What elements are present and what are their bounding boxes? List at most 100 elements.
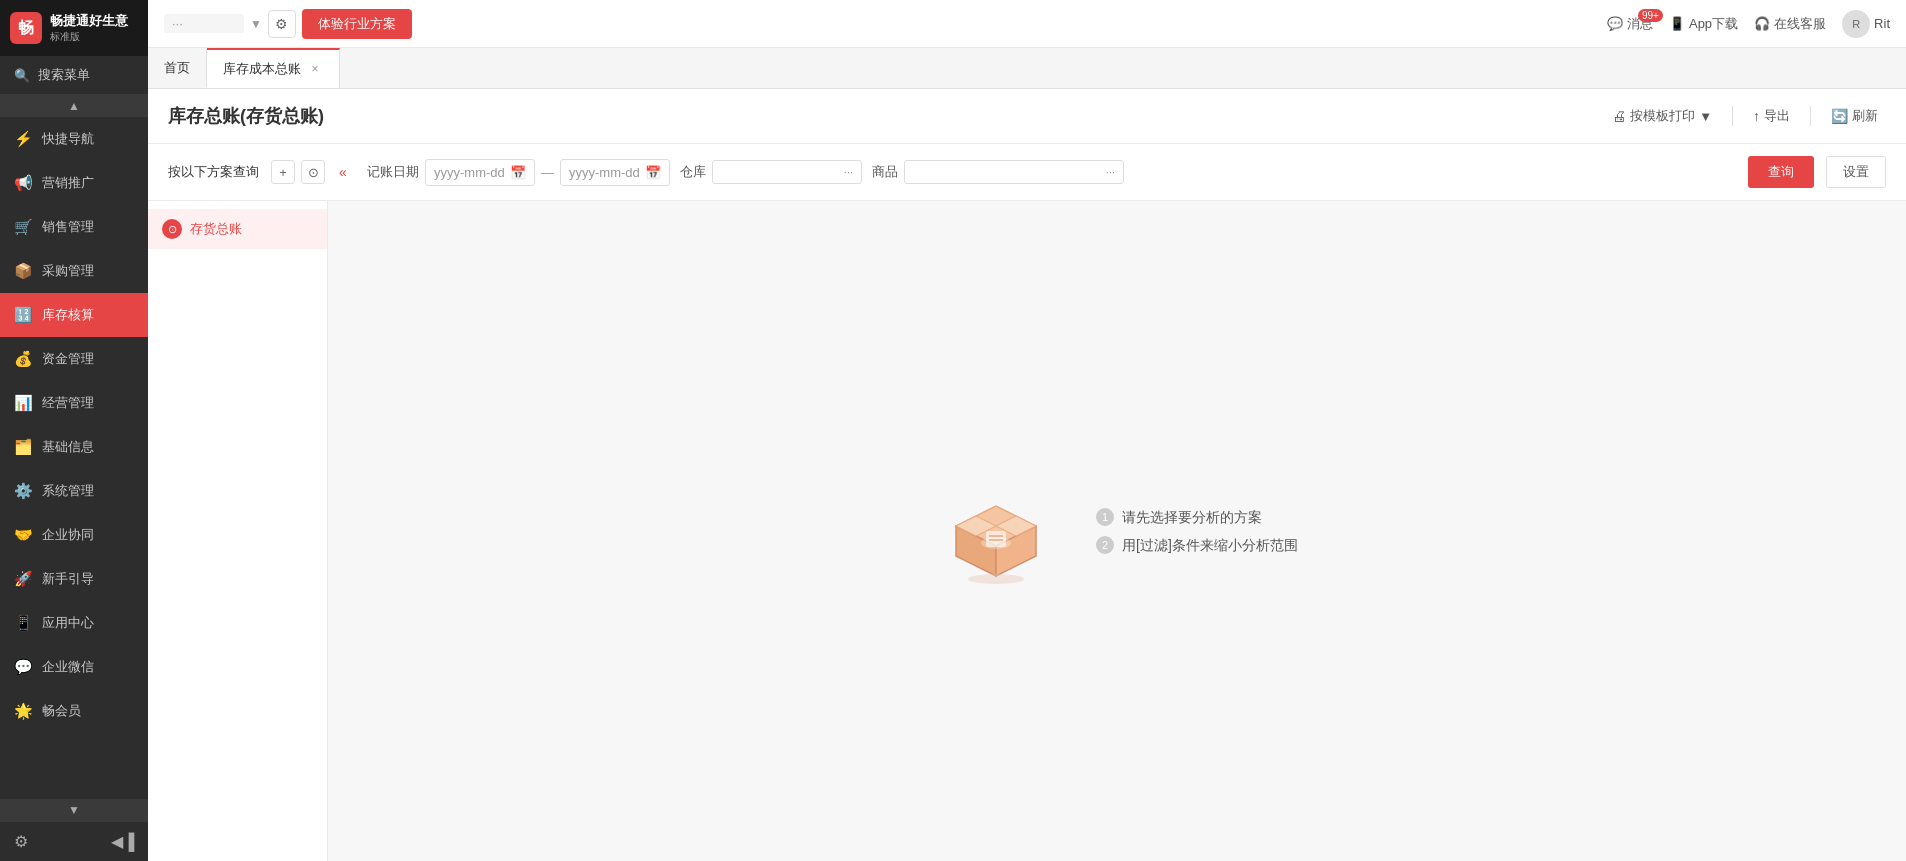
breadcrumb-text: ··· (164, 14, 244, 33)
date-start-input[interactable]: yyyy-mm-dd 📅 (425, 159, 535, 186)
nav-label-shortcut: 快捷导航 (42, 130, 94, 148)
sidebar-scroll-down[interactable]: ▼ (0, 799, 148, 821)
date-separator: — (541, 165, 554, 180)
tab-close-btn[interactable]: × (307, 61, 323, 77)
empty-tip-2: 2 用[过滤]条件来缩小分析范围 (1096, 531, 1298, 559)
nav-icon-apps: 📱 (14, 614, 32, 632)
warehouse-more-icon[interactable]: ··· (844, 166, 853, 178)
sidebar-item-base[interactable]: 🗂️ 基础信息 (0, 425, 148, 469)
product-field-group: 商品 ··· (872, 160, 1124, 184)
header-divider1 (1732, 106, 1733, 126)
online-support-btn[interactable]: 🎧 在线客服 (1754, 15, 1826, 33)
scheme-item-icon: ⊙ (162, 219, 182, 239)
date-start-placeholder: yyyy-mm-dd (434, 165, 505, 180)
query-btn[interactable]: 查询 (1748, 156, 1814, 188)
logo-text: 畅捷通好生意 标准版 (50, 13, 128, 43)
sidebar-item-finance[interactable]: 💰 资金管理 (0, 337, 148, 381)
product-field-label: 商品 (872, 163, 898, 181)
filter-row: 记账日期 yyyy-mm-dd 📅 — yyyy-mm-dd 📅 仓库 ··· (367, 159, 1736, 186)
date-field-group: 记账日期 yyyy-mm-dd 📅 — yyyy-mm-dd 📅 (367, 159, 670, 186)
tab-home-label: 首页 (164, 59, 190, 77)
nav-icon-system: ⚙️ (14, 482, 32, 500)
sidebar-item-shortcut[interactable]: ⚡ 快捷导航 (0, 117, 148, 161)
refresh-icon: 🔄 (1831, 108, 1848, 124)
empty-state: 1 请先选择要分析的方案 2 用[过滤]条件来缩小分析范围 (936, 471, 1298, 591)
user-info[interactable]: R Rit (1842, 10, 1890, 38)
filter-section-label: 按以下方案查询 (168, 163, 259, 181)
nav-label-cooperation: 企业协同 (42, 526, 94, 544)
sidebar-item-vip[interactable]: 🌟 畅会员 (0, 689, 148, 733)
scheme-item-inventory-ledger[interactable]: ⊙ 存货总账 (148, 209, 327, 249)
app-download-label: App下载 (1689, 15, 1738, 33)
message-icon: 💬 (1607, 16, 1623, 31)
app-version: 标准版 (50, 30, 128, 43)
sidebar-scroll-up[interactable]: ▲ (0, 95, 148, 117)
search-menu[interactable]: 🔍 搜索菜单 (0, 56, 148, 95)
nav-label-newbie: 新手引导 (42, 570, 94, 588)
nav-icon-purchase: 📦 (14, 262, 32, 280)
export-btn[interactable]: ↑ 导出 (1745, 103, 1798, 129)
tab-active-label: 库存成本总账 (223, 60, 301, 78)
sidebar-item-purchase[interactable]: 📦 采购管理 (0, 249, 148, 293)
print-label: 按模板打印 (1630, 107, 1695, 125)
tab-home[interactable]: 首页 (148, 49, 207, 87)
warehouse-select[interactable]: ··· (712, 160, 862, 184)
app-name: 畅捷通好生意 (50, 13, 128, 30)
search-menu-label: 搜索菜单 (38, 66, 90, 84)
logo-icon: 畅 (10, 12, 42, 44)
user-name: Rit (1874, 16, 1890, 31)
sidebar-item-newbie[interactable]: 🚀 新手引导 (0, 557, 148, 601)
empty-tip-1: 1 请先选择要分析的方案 (1096, 503, 1298, 531)
breadcrumb-arrow-icon[interactable]: ▼ (250, 17, 262, 31)
nav-label-wechat: 企业微信 (42, 658, 94, 676)
header-divider2 (1810, 106, 1811, 126)
svg-point-9 (968, 574, 1024, 584)
settings-footer-icon[interactable]: ⚙ (14, 832, 28, 851)
scheme-list: ⊙ 存货总账 (148, 201, 328, 861)
sidebar-item-operation[interactable]: 📊 经营管理 (0, 381, 148, 425)
nav-label-vip: 畅会员 (42, 702, 81, 720)
sound-footer-icon[interactable]: ◀▐ (111, 832, 134, 851)
date-end-input[interactable]: yyyy-mm-dd 📅 (560, 159, 670, 186)
calendar-end-icon[interactable]: 📅 (645, 165, 661, 180)
filter-collapse-btn[interactable]: « (331, 160, 355, 184)
filter-add-btn[interactable]: + (271, 160, 295, 184)
nav-label-inventory: 库存核算 (42, 306, 94, 324)
topbar-settings-btn[interactable]: ⚙ (268, 10, 296, 38)
industry-plan-btn[interactable]: 体验行业方案 (302, 9, 412, 39)
nav-label-finance: 资金管理 (42, 350, 94, 368)
sidebar-item-marketing[interactable]: 📢 营销推广 (0, 161, 148, 205)
warehouse-field-label: 仓库 (680, 163, 706, 181)
nav-icon-cooperation: 🤝 (14, 526, 32, 544)
tab-inventory-ledger[interactable]: 库存成本总账 × (207, 48, 340, 88)
empty-tips: 1 请先选择要分析的方案 2 用[过滤]条件来缩小分析范围 (1096, 503, 1298, 559)
nav-label-system: 系统管理 (42, 482, 94, 500)
sidebar-item-sales[interactable]: 🛒 销售管理 (0, 205, 148, 249)
refresh-label: 刷新 (1852, 107, 1878, 125)
print-expand-icon: ▼ (1699, 109, 1712, 124)
product-more-icon[interactable]: ··· (1106, 166, 1115, 178)
page-settings-btn[interactable]: 设置 (1826, 156, 1886, 188)
tip-num-1: 1 (1096, 508, 1114, 526)
sidebar-item-wechat[interactable]: 💬 企业微信 (0, 645, 148, 689)
nav-label-operation: 经营管理 (42, 394, 94, 412)
filter-manage-btn[interactable]: ⊙ (301, 160, 325, 184)
messages-btn[interactable]: 💬 消息 99+ (1607, 15, 1653, 33)
scheme-item-label: 存货总账 (190, 220, 242, 238)
messages-badge: 99+ (1638, 9, 1663, 22)
nav-icon-operation: 📊 (14, 394, 32, 412)
nav-icon-newbie: 🚀 (14, 570, 32, 588)
app-download-btn[interactable]: 📱 App下载 (1669, 15, 1738, 33)
product-select[interactable]: ··· (904, 160, 1124, 184)
app-logo: 畅 畅捷通好生意 标准版 (0, 0, 148, 56)
nav-icon-inventory: 🔢 (14, 306, 32, 324)
sidebar-item-inventory[interactable]: 🔢 库存核算 (0, 293, 148, 337)
sidebar-item-apps[interactable]: 📱 应用中心 (0, 601, 148, 645)
refresh-btn[interactable]: 🔄 刷新 (1823, 103, 1886, 129)
tip-text-2: 用[过滤]条件来缩小分析范围 (1122, 531, 1298, 559)
sidebar-item-system[interactable]: ⚙️ 系统管理 (0, 469, 148, 513)
print-btn[interactable]: 🖨 按模板打印 ▼ (1604, 103, 1720, 129)
sidebar-item-cooperation[interactable]: 🤝 企业协同 (0, 513, 148, 557)
svg-rect-6 (986, 531, 1006, 547)
calendar-start-icon[interactable]: 📅 (510, 165, 526, 180)
